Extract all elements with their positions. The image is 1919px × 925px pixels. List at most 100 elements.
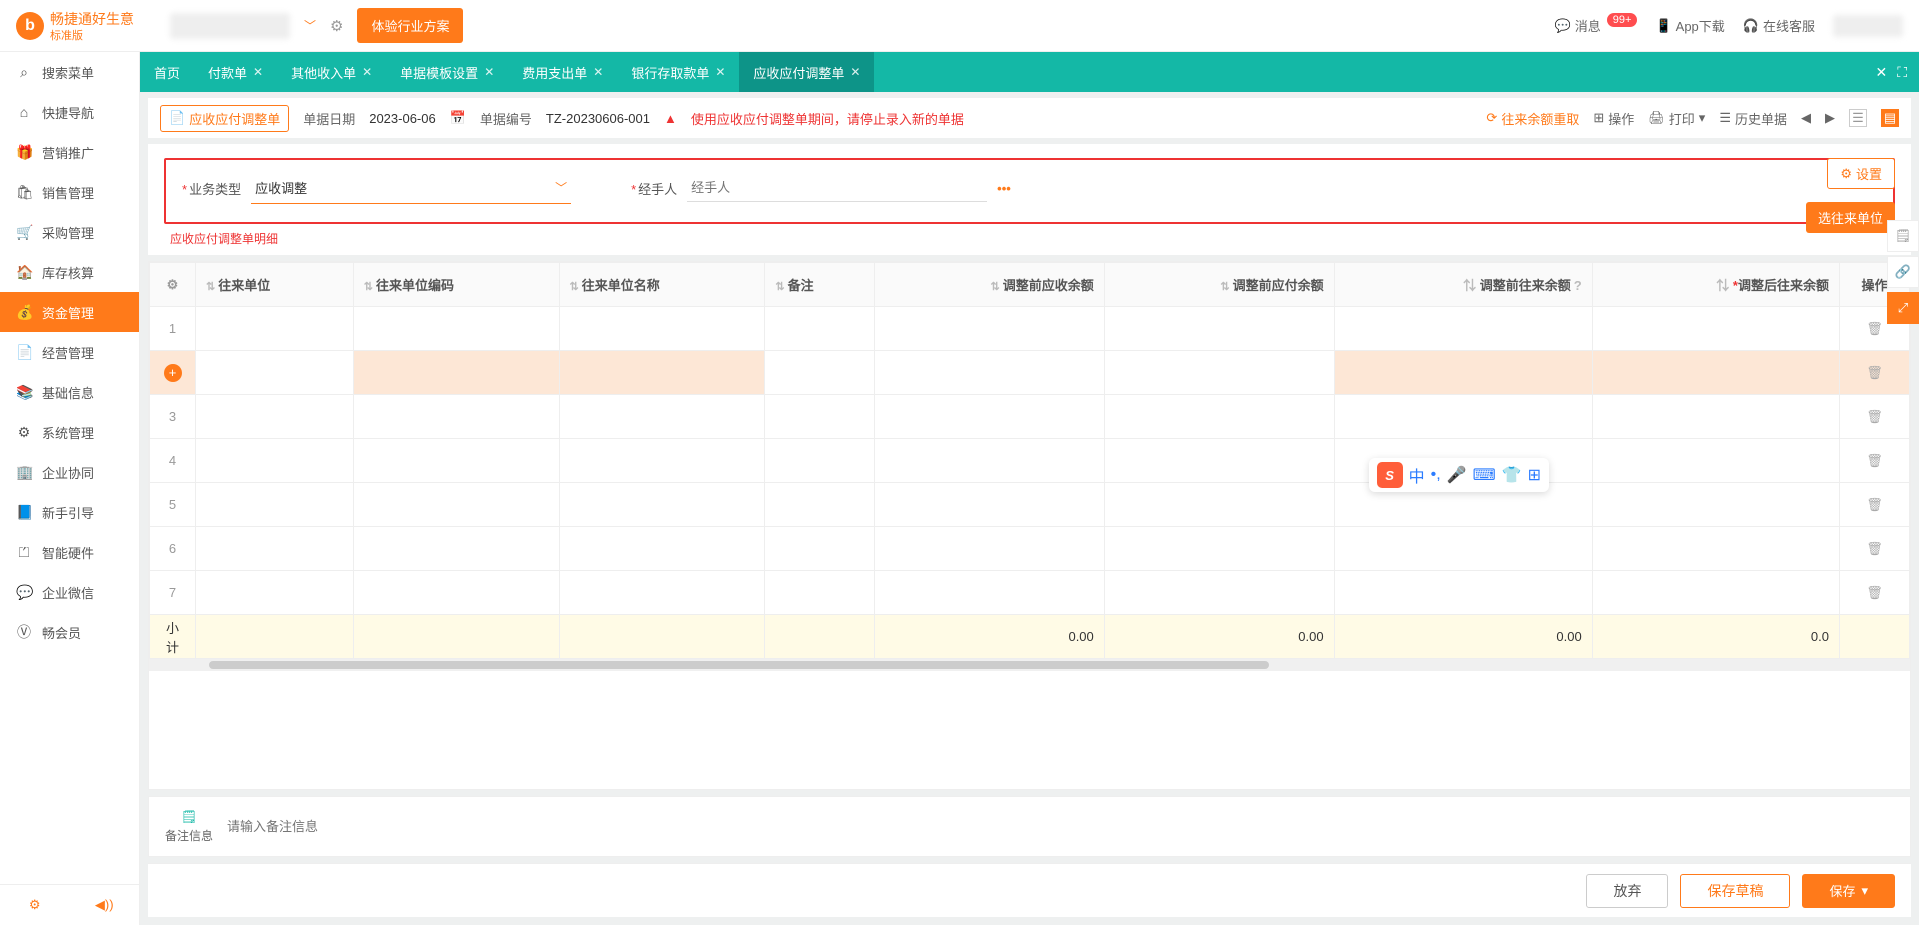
logo-icon: b xyxy=(16,12,44,40)
rail-attach-icon[interactable]: 🔗 xyxy=(1887,256,1919,288)
close-icon[interactable]: ✕ xyxy=(715,65,725,79)
table-row[interactable]: 3🗑 xyxy=(150,395,1910,439)
next-icon[interactable]: ▶ xyxy=(1825,110,1835,126)
tab-adjustment[interactable]: 应收应付调整单✕ xyxy=(739,52,874,92)
horizontal-scrollbar[interactable] xyxy=(149,659,1910,671)
ime-mic-icon[interactable]: 🎤 xyxy=(1447,465,1467,485)
sidebar-collapse-button[interactable]: ⚙ xyxy=(0,885,70,925)
tab-expense[interactable]: 费用支出单✕ xyxy=(508,52,617,92)
close-icon[interactable]: ✕ xyxy=(484,65,494,79)
doc-icon: 📄 xyxy=(16,344,32,361)
close-icon[interactable]: ✕ xyxy=(850,65,860,79)
ime-keyboard-icon[interactable]: ⌨ xyxy=(1473,465,1496,485)
support-link[interactable]: 🎧 在线客服 xyxy=(1743,16,1815,35)
biz-type-dropdown[interactable]: 应收调整 ﹀ xyxy=(251,172,571,204)
row-num: 5 xyxy=(150,483,196,527)
ime-skin-icon[interactable]: 👕 xyxy=(1502,465,1522,485)
rail-expand-icon[interactable]: ⤢ xyxy=(1887,292,1919,324)
sidebar-item-member[interactable]: Ⓥ畅会员 xyxy=(0,612,139,652)
reset-balance-link[interactable]: ⟳往来余额重取 xyxy=(1486,109,1579,128)
add-row-button[interactable]: + xyxy=(164,364,182,382)
table-row[interactable]: 7🗑 xyxy=(150,571,1910,615)
table-row[interactable]: 5🗑 xyxy=(150,483,1910,527)
sidebar-sound-button[interactable]: ◀)) xyxy=(70,885,140,925)
sidebar-label: 经营管理 xyxy=(42,343,94,362)
messages-link[interactable]: 💬 消息 99+ xyxy=(1555,16,1638,35)
help-icon[interactable]: ? xyxy=(1574,278,1582,293)
form-card: ⚙设置 选往来单位 *业务类型 应收调整 ﹀ *经手人 xyxy=(148,144,1911,255)
sidebar-item-enterprise[interactable]: 🏢企业协同 xyxy=(0,452,139,492)
ime-toolbox-icon[interactable]: ⊞ xyxy=(1528,465,1541,485)
app-download-link[interactable]: 📱 App下载 xyxy=(1655,16,1724,35)
user-avatar-blur[interactable] xyxy=(1833,15,1903,37)
operation-link[interactable]: ⊞操作 xyxy=(1593,109,1634,128)
history-link[interactable]: ☰历史单据 xyxy=(1719,109,1787,128)
remark-input[interactable] xyxy=(227,819,1894,834)
col-pre-pay[interactable]: 调整前应付余额 xyxy=(1104,263,1334,307)
col-gear[interactable]: ⚙ xyxy=(150,263,196,307)
sidebar-item-funds[interactable]: 💰资金管理 xyxy=(0,292,139,332)
view-compact-button[interactable]: ☰ xyxy=(1849,109,1867,127)
select-unit-button[interactable]: 选往来单位 xyxy=(1806,202,1895,233)
tab-other-income[interactable]: 其他收入单✕ xyxy=(277,52,386,92)
close-icon[interactable]: ✕ xyxy=(253,65,263,79)
trash-icon[interactable]: 🗑 xyxy=(1866,541,1883,556)
ime-toolbar[interactable]: S 中 •, 🎤 ⌨ 👕 ⊞ xyxy=(1369,458,1549,492)
gear-icon[interactable]: ⚙ xyxy=(330,17,343,35)
tab-home[interactable]: 首页 xyxy=(140,52,194,92)
handler-input[interactable] xyxy=(687,174,987,202)
sidebar-item-marketing[interactable]: 🎁营销推广 xyxy=(0,132,139,172)
calendar-icon[interactable]: 📅 xyxy=(450,110,466,126)
org-chevron-icon[interactable]: ﹀ xyxy=(304,17,316,34)
sidebar-item-sales[interactable]: 🛍销售管理 xyxy=(0,172,139,212)
sidebar-item-search[interactable]: ⌕搜索菜单 xyxy=(0,52,139,92)
col-pre-recv[interactable]: 调整前应收余额 xyxy=(874,263,1104,307)
ime-cn-label[interactable]: 中 xyxy=(1409,463,1425,487)
sidebar-item-guide[interactable]: 📘新手引导 xyxy=(0,492,139,532)
col-name[interactable]: 往来单位名称 xyxy=(559,263,765,307)
fullscreen-icon[interactable]: ⛶ xyxy=(1897,64,1907,81)
settings-button[interactable]: ⚙设置 xyxy=(1827,158,1895,189)
table-row[interactable]: 4🗑 xyxy=(150,439,1910,483)
trash-icon[interactable]: 🗑 xyxy=(1866,453,1883,468)
col-remark[interactable]: 备注 xyxy=(765,263,875,307)
sidebar-item-wechat[interactable]: 💬企业微信 xyxy=(0,572,139,612)
trash-icon[interactable]: 🗑 xyxy=(1866,409,1883,424)
discard-button[interactable]: 放弃 xyxy=(1586,874,1668,908)
view-detail-button[interactable]: ▤ xyxy=(1881,109,1899,127)
sidebar-item-basicinfo[interactable]: 📚基础信息 xyxy=(0,372,139,412)
trash-icon[interactable]: 🗑 xyxy=(1866,497,1883,512)
sidebar-item-quicknav[interactable]: ⌂快捷导航 xyxy=(0,92,139,132)
sidebar-item-operation[interactable]: 📄 经营管理 xyxy=(0,332,139,372)
sidebar-item-inventory[interactable]: 🏠库存核算 xyxy=(0,252,139,292)
close-icon[interactable]: ✕ xyxy=(362,65,372,79)
sidebar-item-system[interactable]: ⚙系统管理 xyxy=(0,412,139,452)
close-all-icon[interactable]: ✕ xyxy=(1875,64,1887,81)
experience-button[interactable]: 体验行业方案 xyxy=(357,8,463,43)
trash-icon[interactable]: 🗑 xyxy=(1866,585,1883,600)
col-code[interactable]: 往来单位编码 xyxy=(353,263,559,307)
tab-payment[interactable]: 付款单✕ xyxy=(194,52,277,92)
col-pre-bal[interactable]: ⇅ 调整前往来余额? xyxy=(1334,263,1592,307)
save-draft-button[interactable]: 保存草稿 xyxy=(1680,874,1790,908)
table-row[interactable]: 1🗑 xyxy=(150,307,1910,351)
close-icon[interactable]: ✕ xyxy=(593,65,603,79)
prev-icon[interactable]: ◀ xyxy=(1801,110,1811,126)
trash-icon[interactable]: 🗑 xyxy=(1866,321,1883,336)
tab-bank[interactable]: 银行存取款单✕ xyxy=(617,52,739,92)
table-row-active[interactable]: +🗑 xyxy=(150,351,1910,395)
org-selector-blur[interactable] xyxy=(170,13,290,39)
col-unit[interactable]: 往来单位 xyxy=(196,263,354,307)
warning-icon: ▲ xyxy=(664,111,677,126)
ime-punct-icon[interactable]: •, xyxy=(1431,466,1441,484)
col-post-bal[interactable]: ⇅ *调整后往来余额 xyxy=(1592,263,1839,307)
sidebar-item-hardware[interactable]: ⏍智能硬件 xyxy=(0,532,139,572)
print-link[interactable]: 🖨打印▾ xyxy=(1648,109,1705,128)
table-row[interactable]: 6🗑 xyxy=(150,527,1910,571)
sidebar-item-purchase[interactable]: 🛒采购管理 xyxy=(0,212,139,252)
tab-template[interactable]: 单据模板设置✕ xyxy=(386,52,508,92)
save-button[interactable]: 保存▾ xyxy=(1802,874,1895,908)
trash-icon[interactable]: 🗑 xyxy=(1866,365,1883,380)
more-icon[interactable]: ••• xyxy=(997,181,1011,196)
rail-note-icon[interactable]: 🗒 xyxy=(1887,220,1919,252)
